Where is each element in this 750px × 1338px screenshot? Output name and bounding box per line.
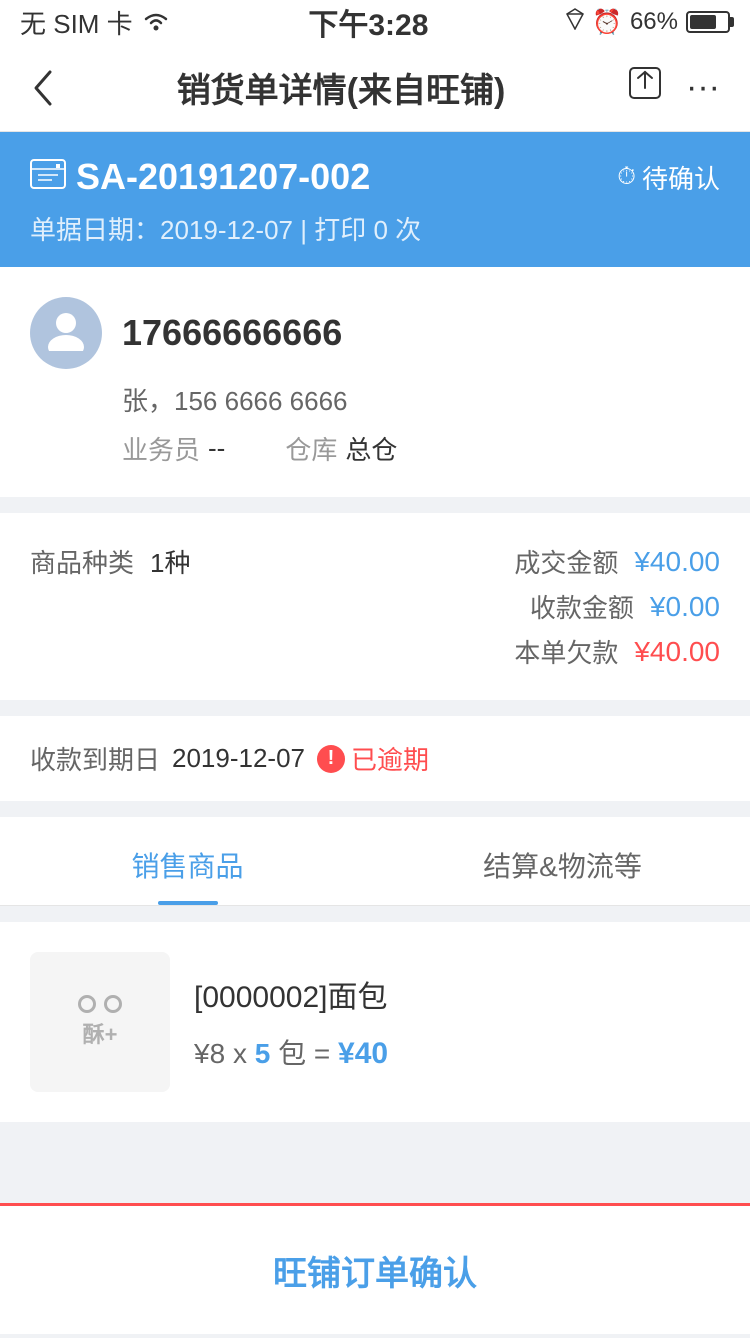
order-banner: SA-20191207-002 ⏱ 待确认 单据日期：2019-12-07 | … [0, 132, 750, 267]
battery-icon [686, 11, 730, 33]
customer-row: 17666666666 [30, 297, 720, 369]
overdue-badge: ! 已逾期 [317, 740, 429, 777]
nav-actions: ··· [628, 66, 720, 109]
product-name: [0000002]面包 [194, 972, 720, 1016]
location-icon [566, 8, 584, 37]
product-total: ¥40 [338, 1037, 388, 1070]
back-button[interactable] [30, 68, 54, 108]
tab-underline [158, 901, 218, 905]
customer-phone: 17666666666 [122, 312, 342, 354]
owed-value: ¥40.00 [634, 636, 720, 668]
order-icon [30, 156, 66, 198]
summary-section: 商品种类 1种 成交金额 ¥40.00 收款金额 ¥0.00 本单欠款 ¥40.… [0, 513, 750, 700]
confirm-button[interactable]: 旺铺订单确认 [40, 1226, 710, 1314]
warning-icon: ! [317, 745, 345, 773]
deal-amount-label: 成交金额 [514, 543, 618, 580]
warehouse-item: 仓库 总仓 [285, 430, 397, 467]
product-qty: 5 [255, 1038, 271, 1069]
status-bar-right: ⏰ 66% [566, 8, 730, 37]
customer-section: 17666666666 张，156 6666 6666 业务员 -- 仓库 总仓 [0, 267, 750, 497]
share-icon[interactable] [628, 66, 662, 109]
wifi-icon [141, 7, 171, 38]
customer-meta: 业务员 -- 仓库 总仓 [30, 430, 720, 467]
owed-label: 本单欠款 [514, 633, 618, 670]
order-number: SA-20191207-002 [30, 156, 370, 198]
product-section: 酥+ [0000002]面包 ¥8 x 5 包 = ¥40 [0, 922, 750, 1122]
bottom-bar: 旺铺订单确认 [0, 1203, 750, 1334]
alarm-icon: ⏰ [592, 8, 622, 37]
customer-name: 张，156 6666 6666 [30, 381, 720, 418]
status-bar: 无 SIM 卡 下午3:28 ⏰ 66% [0, 0, 750, 44]
summary-left: 商品种类 1种 [30, 543, 190, 580]
collected-row: 收款金额 ¥0.00 [530, 588, 720, 625]
nav-bar: 销货单详情(来自旺铺) ··· [0, 44, 750, 132]
carrier-text: 无 SIM 卡 [20, 4, 133, 41]
tab-products[interactable]: 销售商品 [0, 817, 375, 905]
warehouse-value: 总仓 [345, 430, 397, 467]
salesman-label: 业务员 [122, 430, 200, 467]
tab-settlement[interactable]: 结算&物流等 [375, 817, 750, 905]
deal-amount-row: 成交金额 ¥40.00 [514, 543, 720, 580]
product-info: [0000002]面包 ¥8 x 5 包 = ¥40 [194, 972, 720, 1072]
due-label: 收款到期日 [30, 740, 160, 777]
product-price-formula: ¥8 x 5 包 = ¥40 [194, 1032, 720, 1072]
deal-amount-value: ¥40.00 [634, 546, 720, 578]
due-date-value: 2019-12-07 [172, 743, 305, 774]
avatar-icon [43, 305, 89, 361]
logo-eye-left [78, 995, 96, 1013]
avatar [30, 297, 102, 369]
more-icon[interactable]: ··· [686, 68, 720, 107]
status-bar-left: 无 SIM 卡 [20, 4, 171, 41]
collected-value: ¥0.00 [650, 591, 720, 623]
product-logo: 酥+ [78, 995, 122, 1049]
time-display: 下午3:28 [308, 0, 428, 44]
product-kind-label: 商品种类 [30, 543, 134, 580]
overdue-text: 已逾期 [351, 740, 429, 777]
logo-text: 酥+ [83, 1017, 118, 1049]
salesman-item: 业务员 -- [122, 430, 225, 467]
order-date-info: 单据日期：2019-12-07 | 打印 0 次 [30, 210, 720, 247]
product-thumbnail: 酥+ [30, 952, 170, 1092]
due-date-section: 收款到期日 2019-12-07 ! 已逾期 [0, 716, 750, 801]
owed-row: 本单欠款 ¥40.00 [514, 633, 720, 670]
salesman-value: -- [208, 433, 225, 464]
logo-eyes [78, 995, 122, 1013]
warehouse-label: 仓库 [285, 430, 337, 467]
product-kind-value: 1种 [150, 543, 190, 580]
collected-label: 收款金额 [530, 588, 634, 625]
product-item: 酥+ [0000002]面包 ¥8 x 5 包 = ¥40 [30, 952, 720, 1092]
summary-right: 成交金额 ¥40.00 收款金额 ¥0.00 本单欠款 ¥40.00 [514, 543, 720, 670]
page-title: 销货单详情(来自旺铺) [177, 63, 506, 112]
status-badge: ⏱ 待确认 [617, 159, 720, 196]
logo-eye-right [104, 995, 122, 1013]
tabs-section: 销售商品 结算&物流等 [0, 817, 750, 906]
battery-percentage: 66% [630, 8, 678, 36]
clock-icon: ⏱ [617, 163, 636, 191]
